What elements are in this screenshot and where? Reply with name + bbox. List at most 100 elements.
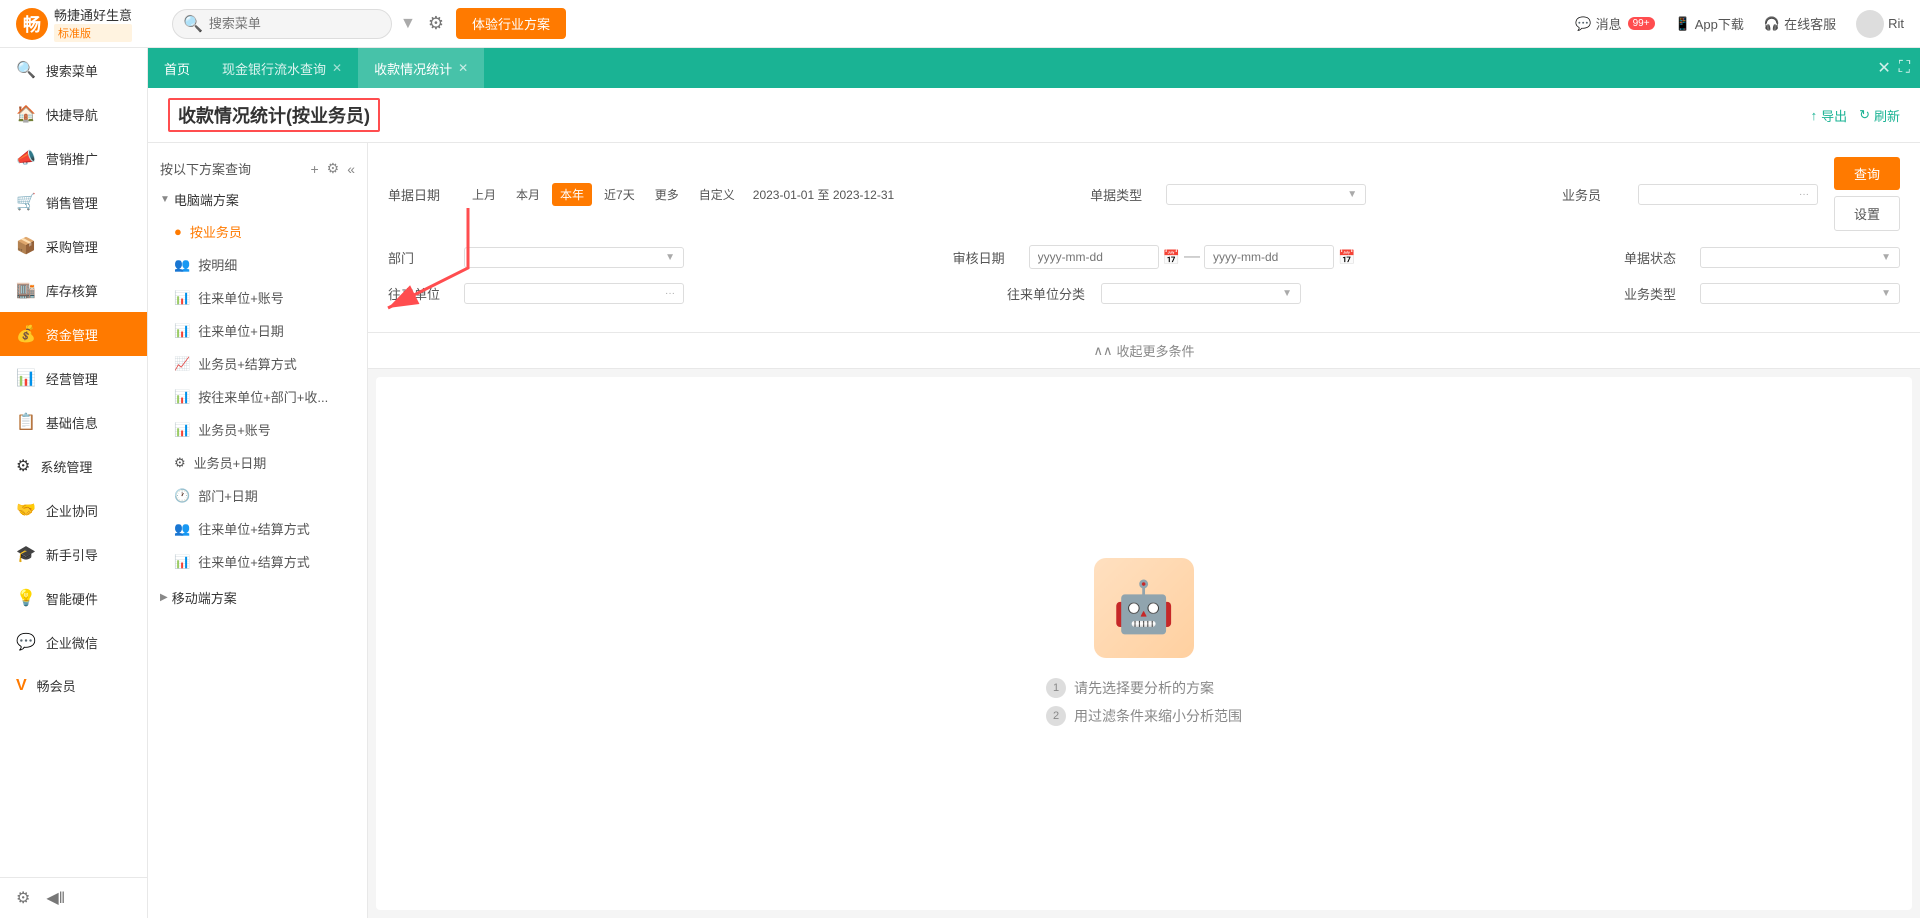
scheme-group-pc-title[interactable]: ▼ 电脑端方案 (148, 184, 367, 215)
sidebar-item-base-info[interactable]: 📋 基础信息 (0, 400, 147, 444)
scheme-group-mobile-title[interactable]: ▶ 移动端方案 (148, 582, 367, 613)
sidebar-item-wechat[interactable]: 💬 企业微信 (0, 620, 147, 664)
biz-type-select[interactable]: ▼ (1700, 283, 1900, 304)
gear-icon[interactable]: ⚙ (428, 13, 444, 34)
review-date-from[interactable] (1029, 245, 1159, 269)
dept-arrow: ▼ (665, 252, 675, 263)
online-support-btn[interactable]: 🎧 在线客服 (1764, 14, 1836, 33)
setting-scheme-btn[interactable]: ⚙ (327, 160, 340, 177)
scheme-item-icon-partner-account: 📊 (174, 290, 190, 306)
partner-category-select[interactable]: ▼ (1101, 283, 1301, 304)
scheme-item-partner-settle2[interactable]: 📊 往来单位+结算方式 (148, 545, 367, 578)
top-header: 畅 畅捷通好生意 标准版 🔍 ▼ ⚙ 体验行业方案 💬 消息 99+ 📱 App… (0, 0, 1920, 48)
partner-more-icon[interactable]: ··· (665, 288, 675, 299)
sidebar-item-inventory[interactable]: 🏬 库存核算 (0, 268, 147, 312)
scheme-item-label: 往来单位+账号 (198, 288, 284, 307)
sidebar-item-smart-hw[interactable]: 💡 智能硬件 (0, 576, 147, 620)
page-title: 收款情况统计(按业务员) (168, 98, 380, 132)
scheme-item-label: 按明细 (198, 255, 237, 274)
chevron-down-icon[interactable]: ▼ (400, 15, 416, 33)
scheme-item-salesperson-date[interactable]: ⚙ 业务员+日期 (148, 446, 367, 479)
tab-home[interactable]: 首页 (148, 48, 206, 88)
date-tab-7days[interactable]: 近7天 (596, 183, 643, 206)
scheme-item-partner-dept[interactable]: 📊 按往来单位+部门+收... (148, 380, 367, 413)
close-receivables-tab[interactable]: ✕ (458, 61, 468, 75)
sidebar-item-finance[interactable]: 💰 资金管理 (0, 312, 147, 356)
app-download-btn[interactable]: 📱 App下载 (1675, 14, 1744, 33)
doc-type-select[interactable]: ▼ (1166, 184, 1366, 205)
collapse-scheme-btn[interactable]: « (347, 161, 355, 177)
home-tab-label: 首页 (164, 59, 190, 78)
sidebar-item-quick-nav[interactable]: 🏠 快捷导航 (0, 92, 147, 136)
export-btn[interactable]: ↑ 导出 (1811, 106, 1848, 125)
close-window-btn[interactable]: ✕ (1877, 58, 1890, 78)
sidebar-item-purchase[interactable]: 📦 采购管理 (0, 224, 147, 268)
maximize-window-btn[interactable]: ⛶ (1899, 59, 1910, 77)
collapse-more-conditions-btn[interactable]: ∧∧ 收起更多条件 (368, 332, 1920, 368)
user-avatar[interactable]: Rit (1856, 10, 1904, 38)
refresh-btn[interactable]: ↻ 刷新 (1859, 106, 1900, 125)
doc-status-arrow: ▼ (1881, 252, 1891, 263)
content-body: 按以下方案查询 + ⚙ « ▼ 电脑端方案 ● 按业务员 (148, 143, 1920, 918)
messages-btn[interactable]: 💬 消息 99+ (1575, 14, 1654, 33)
sidebar-item-label: 企业协同 (46, 501, 98, 520)
sidebar-item-sales[interactable]: 🛒 销售管理 (0, 180, 147, 224)
date-tab-custom[interactable]: 自定义 (691, 183, 743, 206)
filter-row-1: 单据日期 上月 本月 本年 近7天 更多 自定义 20 (388, 157, 1900, 231)
calendar-icon-to[interactable]: 📅 (1338, 249, 1355, 266)
date-tab-this-month[interactable]: 本月 (508, 183, 548, 206)
tab-receivables[interactable]: 收款情况统计 ✕ (358, 48, 484, 88)
tab-cash-flow[interactable]: 现金银行流水查询 ✕ (206, 48, 358, 88)
sidebar-item-guide[interactable]: 🎓 新手引导 (0, 532, 147, 576)
scheme-item-detail[interactable]: 👥 按明细 (148, 248, 367, 281)
scheme-item-salesperson-account[interactable]: 📊 业务员+账号 (148, 413, 367, 446)
dept-select[interactable]: ▼ (464, 247, 684, 268)
online-support-label: 在线客服 (1784, 14, 1836, 33)
filter-row-2: 部门 ▼ 审核日期 📅 — (388, 245, 1900, 269)
scheme-item-icon-ps1: 👥 (174, 521, 190, 537)
avatar-circle (1856, 10, 1884, 38)
operation-icon: 📊 (16, 368, 36, 388)
query-button[interactable]: 查询 (1834, 157, 1900, 190)
page-header: 收款情况统计(按业务员) ↑ 导出 ↻ 刷新 (148, 88, 1920, 143)
sidebar-item-label: 采购管理 (46, 237, 98, 256)
scheme-item-salesperson-settle[interactable]: 📈 业务员+结算方式 (148, 347, 367, 380)
partner-select[interactable]: ··· (464, 283, 684, 304)
date-tab-this-year[interactable]: 本年 (552, 183, 592, 206)
sidebar-item-marketing[interactable]: 📣 营销推广 (0, 136, 147, 180)
search-bar-top[interactable]: 🔍 (172, 9, 392, 39)
scheme-item-partner-date[interactable]: 📊 往来单位+日期 (148, 314, 367, 347)
sidebar-bottom: ⚙ ◀‖ (0, 877, 147, 918)
sidebar-item-system[interactable]: ⚙ 系统管理 (0, 444, 147, 488)
scheme-header-label: 按以下方案查询 (160, 159, 251, 178)
trial-btn[interactable]: 体验行业方案 (456, 8, 566, 39)
sidebar-item-member[interactable]: V 畅会员 (0, 664, 147, 707)
setting-button[interactable]: 设置 (1834, 196, 1900, 231)
sidebar-item-search-menu[interactable]: 🔍 搜索菜单 (0, 48, 147, 92)
salesperson-select[interactable]: ··· (1638, 184, 1818, 205)
settings-icon[interactable]: ⚙ (16, 888, 30, 908)
scheme-item-partner-settle1[interactable]: 👥 往来单位+结算方式 (148, 512, 367, 545)
scheme-item-by-salesperson[interactable]: ● 按业务员 (148, 215, 367, 248)
doc-status-select[interactable]: ▼ (1700, 247, 1900, 268)
cash-flow-tab-label: 现金银行流水查询 (222, 59, 326, 78)
scheme-item-label: 往来单位+结算方式 (198, 519, 310, 538)
collapse-sidebar-icon[interactable]: ◀‖ (46, 888, 65, 908)
date-tab-more[interactable]: 更多 (647, 183, 687, 206)
add-scheme-btn[interactable]: + (310, 161, 318, 177)
scheme-item-icon-ss: 📈 (174, 356, 190, 372)
sidebar-item-operation[interactable]: 📊 经营管理 (0, 356, 147, 400)
scheme-item-partner-account[interactable]: 📊 往来单位+账号 (148, 281, 367, 314)
close-cash-flow-tab[interactable]: ✕ (332, 61, 342, 75)
date-tab-last-month[interactable]: 上月 (464, 183, 504, 206)
sidebar-item-enterprise[interactable]: 🤝 企业协同 (0, 488, 147, 532)
refresh-icon: ↻ (1859, 107, 1870, 123)
review-date-to[interactable] (1204, 245, 1334, 269)
wechat-icon: 💬 (16, 632, 36, 652)
scheme-item-dept-date[interactable]: 🕐 部门+日期 (148, 479, 367, 512)
calendar-icon-from[interactable]: 📅 (1163, 249, 1180, 266)
logo-area: 畅 畅捷通好生意 标准版 (16, 5, 164, 42)
group-label: 电脑端方案 (174, 190, 239, 209)
app-download-label: App下载 (1695, 14, 1744, 33)
search-input[interactable] (209, 16, 381, 31)
